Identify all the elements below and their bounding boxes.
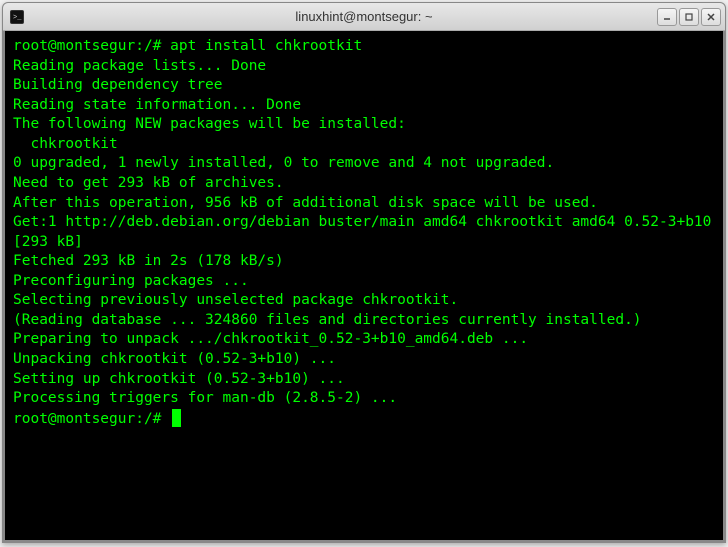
minimize-button[interactable]: [657, 8, 677, 26]
output-line: Building dependency tree: [13, 76, 715, 96]
output-line: (Reading database ... 324860 files and d…: [13, 311, 715, 331]
maximize-button[interactable]: [679, 8, 699, 26]
output-line: Fetched 293 kB in 2s (178 kB/s): [13, 252, 715, 272]
titlebar[interactable]: >_ linuxhint@montsegur: ~: [3, 3, 725, 31]
output-line: Need to get 293 kB of archives.: [13, 174, 715, 194]
shell-prompt: root@montsegur:/#: [13, 411, 170, 427]
shell-prompt: root@montsegur:/#: [13, 38, 170, 54]
output-line: Get:1 http://deb.debian.org/debian buste…: [13, 213, 715, 252]
output-line: Unpacking chkrootkit (0.52-3+b10) ...: [13, 350, 715, 370]
svg-text:>_: >_: [13, 14, 22, 22]
output-line: Preparing to unpack .../chkrootkit_0.52-…: [13, 330, 715, 350]
terminal-icon: >_: [9, 9, 25, 25]
command-text: apt install chkrootkit: [170, 38, 362, 54]
output-line: Setting up chkrootkit (0.52-3+b10) ...: [13, 370, 715, 390]
window-controls: [657, 8, 721, 26]
command-line: root@montsegur:/# apt install chkrootkit: [13, 37, 715, 57]
prompt-line: root@montsegur:/#: [13, 409, 715, 430]
output-line: Selecting previously unselected package …: [13, 291, 715, 311]
terminal-area[interactable]: root@montsegur:/# apt install chkrootkit…: [3, 31, 725, 542]
output-line: Reading state information... Done: [13, 96, 715, 116]
close-button[interactable]: [701, 8, 721, 26]
output-line: Reading package lists... Done: [13, 57, 715, 77]
terminal-window: >_ linuxhint@montsegur: ~ root@montsegur…: [2, 2, 726, 543]
output-line: Preconfiguring packages ...: [13, 272, 715, 292]
output-line: chkrootkit: [13, 135, 715, 155]
output-line: After this operation, 956 kB of addition…: [13, 194, 715, 214]
output-line: The following NEW packages will be insta…: [13, 115, 715, 135]
cursor: [172, 409, 181, 427]
window-title: linuxhint@montsegur: ~: [295, 9, 432, 24]
output-line: Processing triggers for man-db (2.8.5-2)…: [13, 389, 715, 409]
output-line: 0 upgraded, 1 newly installed, 0 to remo…: [13, 154, 715, 174]
